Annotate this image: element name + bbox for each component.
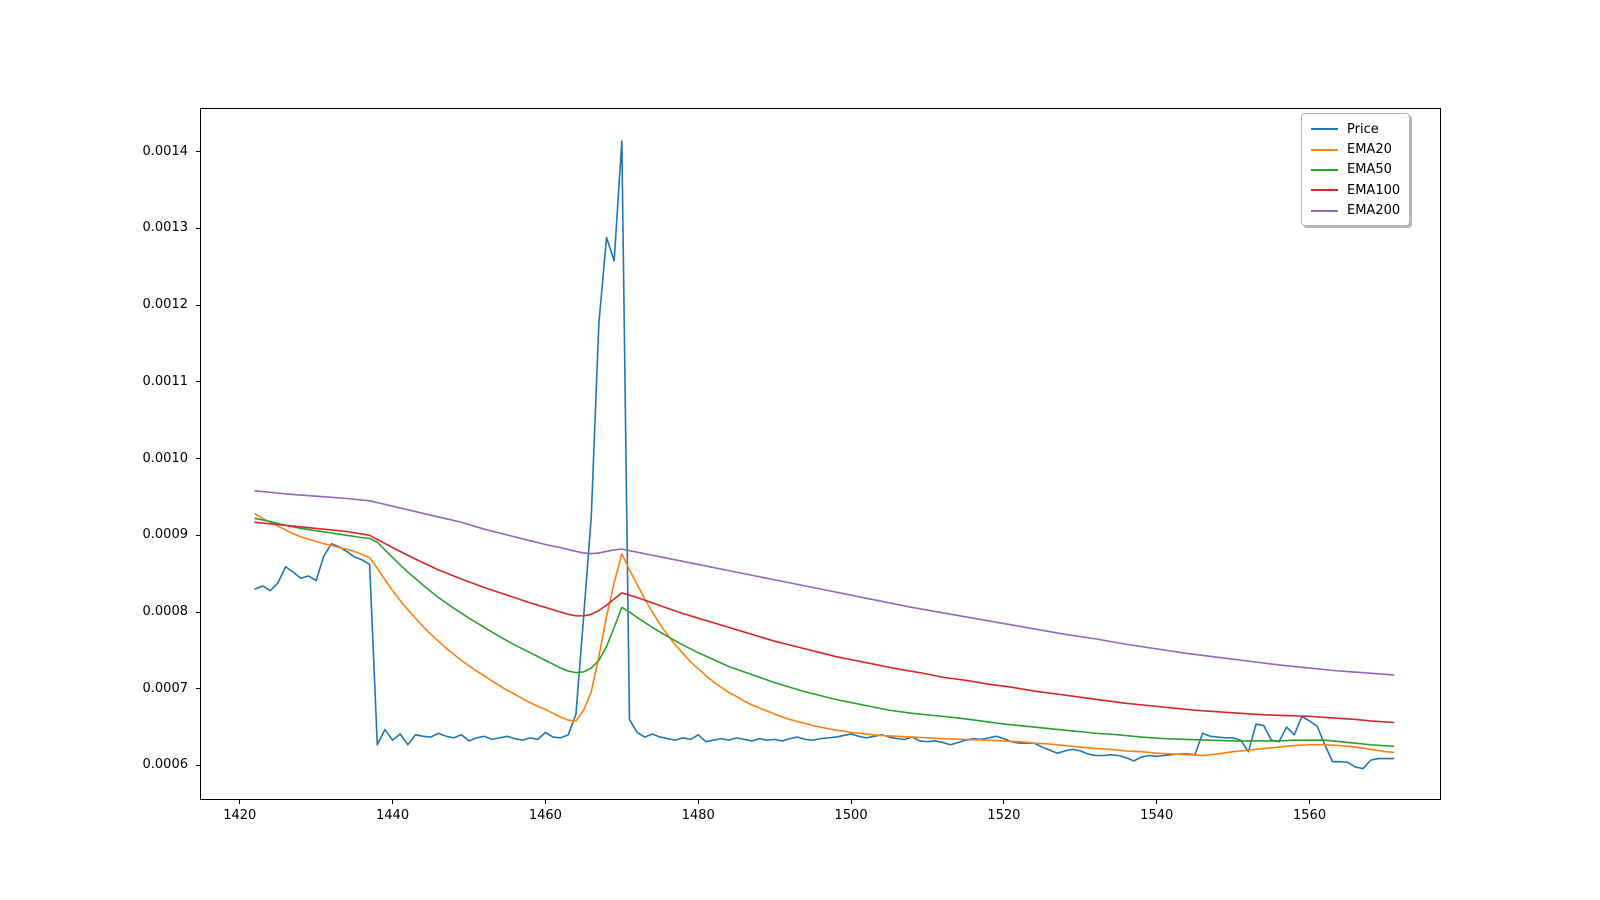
x-tick-label: 1500 xyxy=(834,808,868,823)
x-tick-label: 1540 xyxy=(1140,808,1174,823)
x-tick-label: 1480 xyxy=(681,808,715,823)
legend-label-ema200: EMA200 xyxy=(1347,203,1401,219)
x-tick-mark xyxy=(1003,800,1005,804)
legend-entry-ema50: EMA50 xyxy=(1311,160,1400,180)
x-tick-mark xyxy=(697,800,699,804)
series-line-ema20 xyxy=(254,513,1395,757)
y-tick-mark xyxy=(196,534,200,536)
series-line-price xyxy=(254,140,1395,770)
x-tick-mark xyxy=(850,800,852,804)
y-tick-label: 0.0010 xyxy=(142,450,189,466)
legend-entry-ema200: EMA200 xyxy=(1311,201,1400,221)
legend: Price EMA20 EMA50 EMA100 EMA200 xyxy=(1301,113,1411,226)
y-tick-mark xyxy=(196,381,200,383)
chart-figure: 1420 1440 1460 1480 1500 1520 1540 1560 0.0006 0.… xyxy=(0,0,1600,900)
x-tick-label: 1440 xyxy=(376,808,410,823)
y-tick-label: 0.0013 xyxy=(142,220,189,236)
y-tick-label: 0.0011 xyxy=(142,373,189,389)
ema200-line-sample-icon xyxy=(1311,209,1338,212)
y-tick-label: 0.0007 xyxy=(142,680,189,696)
x-tick-mark xyxy=(1309,800,1311,804)
y-tick-label: 0.0012 xyxy=(142,297,189,313)
series-line-ema200 xyxy=(254,490,1395,676)
y-tick-label: 0.0006 xyxy=(142,757,189,773)
y-tick-label: 0.0008 xyxy=(142,604,189,620)
x-tick-mark xyxy=(239,800,241,804)
ema50-line-sample-icon xyxy=(1311,168,1338,171)
y-tick-mark xyxy=(196,688,200,690)
x-tick-label: 1560 xyxy=(1293,808,1327,823)
series-line-ema100 xyxy=(254,521,1395,724)
legend-entry-ema20: EMA20 xyxy=(1311,139,1400,159)
x-tick-label: 1520 xyxy=(987,808,1021,823)
plot-lines-canvas xyxy=(254,140,1395,770)
legend-label-ema20: EMA20 xyxy=(1347,142,1392,158)
ema100-line-sample-icon xyxy=(1311,189,1338,192)
ema20-line-sample-icon xyxy=(1311,148,1338,151)
legend-entry-price: Price xyxy=(1311,119,1400,139)
y-tick-label: 0.0009 xyxy=(142,527,189,543)
x-tick-label: 1420 xyxy=(223,808,257,823)
y-tick-label: 0.0014 xyxy=(142,143,189,159)
y-tick-mark xyxy=(196,227,200,229)
x-tick-label: 1460 xyxy=(528,808,562,823)
price-line-sample-icon xyxy=(1311,128,1338,131)
y-tick-mark xyxy=(196,151,200,153)
x-tick-mark xyxy=(1156,800,1158,804)
x-tick-mark xyxy=(392,800,394,804)
y-tick-mark xyxy=(196,611,200,613)
y-tick-mark xyxy=(196,764,200,766)
y-tick-mark xyxy=(196,458,200,460)
legend-label-ema100: EMA100 xyxy=(1347,182,1401,198)
legend-label-ema50: EMA50 xyxy=(1347,162,1392,178)
legend-label-price: Price xyxy=(1347,121,1379,137)
x-tick-mark xyxy=(544,800,546,804)
legend-entry-ema100: EMA100 xyxy=(1311,180,1400,200)
y-tick-mark xyxy=(196,304,200,306)
